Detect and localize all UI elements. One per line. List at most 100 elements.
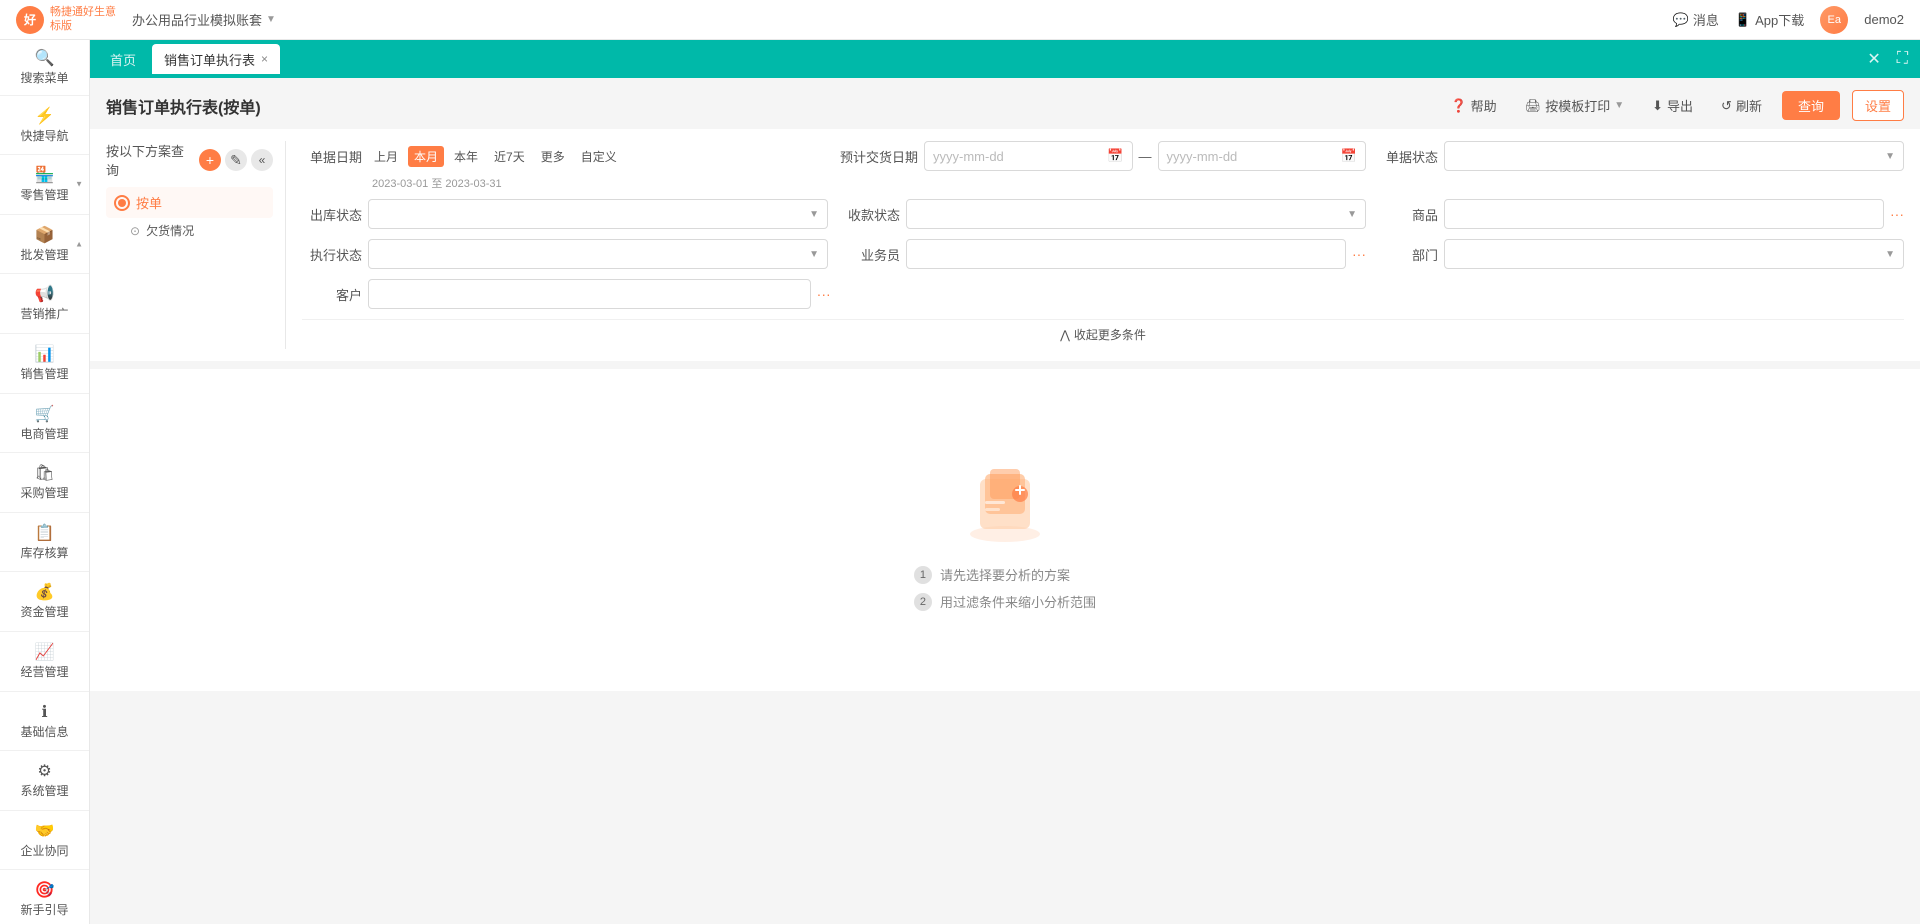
add-scheme-btn[interactable]: + [199, 149, 221, 171]
sales-icon: 📊 [35, 344, 55, 364]
empty-step-2: 2 用过滤条件来缩小分析范围 [914, 592, 1096, 611]
filter-group-date: 单据日期 上月 本月 本年 近7天 更多 自定义 [302, 146, 828, 167]
scheme-item-shortage[interactable]: ⊙ 欠货情况 [106, 218, 273, 243]
outbound-status-select[interactable]: ▼ [368, 199, 828, 229]
help-btn[interactable]: ❓ 帮助 [1442, 92, 1504, 119]
tab-sales-execution[interactable]: 销售订单执行表 × [152, 44, 280, 74]
page-header: 销售订单执行表(按单) ❓ 帮助 🖨 按模板打印 ▼ ⬇ 导出 [90, 78, 1920, 129]
marketing-icon: 📢 [35, 284, 55, 304]
sidebar-item-collaboration[interactable]: 🤝 企业协同 [0, 811, 89, 871]
execution-status-select[interactable]: ▼ [368, 239, 828, 269]
sidebar-item-sales[interactable]: 📊 销售管理 [0, 334, 89, 394]
department-select[interactable]: ▼ [1444, 239, 1904, 269]
empty-step-1: 1 请先选择要分析的方案 [914, 565, 1096, 584]
tab-home[interactable]: 首页 [98, 44, 148, 74]
sidebar-item-system[interactable]: ⚙ 系统管理 [0, 751, 89, 811]
tab-maximize-btn[interactable]: ⛶ [1893, 48, 1912, 70]
user-avatar[interactable]: Ea [1820, 6, 1848, 34]
sidebar-item-label: 新手引导 [20, 903, 68, 919]
avatar-img: Ea [1828, 14, 1841, 26]
date-label: 单据日期 [302, 147, 362, 166]
export-btn[interactable]: ⬇ 导出 [1644, 92, 1701, 119]
print-icon: 🖨 [1525, 98, 1542, 114]
sidebar-item-retail[interactable]: 🏪 零售管理 [0, 155, 89, 215]
sidebar-item-label: 电商管理 [20, 427, 68, 443]
scheme-item-order[interactable]: 按单 [106, 187, 273, 218]
company-selector[interactable]: 办公用品行业模拟账套 ▼ [124, 8, 284, 31]
settings-btn[interactable]: 设置 [1852, 90, 1904, 121]
calendar-icon-2: 📅 [1341, 148, 1357, 164]
sidebar-item-finance[interactable]: 💰 资金管理 [0, 572, 89, 632]
product-input[interactable] [1444, 199, 1884, 229]
date-hint: 2023-03-01 至 2023-03-31 [302, 175, 1904, 191]
message-btn[interactable]: 💬 消息 [1673, 10, 1719, 29]
customer-input[interactable] [368, 279, 811, 309]
top-header: 好 畅捷通好生意 标版 办公用品行业模拟账套 ▼ 💬 消息 📱 App下载 Ea… [0, 0, 1920, 40]
basic-info-icon: ℹ [41, 702, 47, 722]
customer-label: 客户 [302, 285, 362, 304]
app-download-btn[interactable]: 📱 App下载 [1735, 10, 1804, 29]
collaboration-icon: 🤝 [35, 821, 55, 841]
wholesale-icon: 📦 [35, 225, 55, 245]
sidebar-item-purchase[interactable]: 🛍 采购管理 [0, 453, 89, 513]
sidebar-item-label: 基础信息 [20, 725, 68, 741]
date-tab-this-month[interactable]: 本月 [408, 146, 444, 167]
sidebar-item-label: 批发管理 [20, 248, 68, 264]
sidebar-item-ecommerce[interactable]: 🛒 电商管理 [0, 394, 89, 454]
sidebar-item-basic-info[interactable]: ℹ 基础信息 [0, 692, 89, 752]
sidebar-item-label: 采购管理 [20, 486, 68, 502]
tab-close-btn[interactable]: × [261, 52, 268, 66]
empty-steps: 1 请先选择要分析的方案 2 用过滤条件来缩小分析范围 [914, 565, 1096, 611]
tab-close-window-btn[interactable]: ✕ [1863, 47, 1884, 71]
finance-icon: 💰 [35, 582, 55, 602]
date-tab-custom[interactable]: 自定义 [575, 146, 623, 167]
empty-state: 1 请先选择要分析的方案 2 用过滤条件来缩小分析范围 [90, 369, 1920, 691]
sidebar-item-label: 系统管理 [20, 784, 68, 800]
header-left: 好 畅捷通好生意 标版 办公用品行业模拟账套 ▼ [16, 6, 284, 34]
user-name[interactable]: demo2 [1864, 12, 1904, 27]
export-icon: ⬇ [1652, 98, 1663, 114]
salesperson-more-btn[interactable]: ··· [1352, 246, 1366, 262]
tab-home-label: 首页 [110, 50, 136, 69]
sidebar-item-guide[interactable]: 🎯 新手引导 [0, 870, 89, 924]
sidebar-item-search[interactable]: 🔍 搜索菜单 [0, 40, 89, 96]
sidebar-item-operations[interactable]: 📈 经营管理 [0, 632, 89, 692]
sidebar-item-quick-nav[interactable]: ⚡ 快捷导航 [0, 96, 89, 156]
page-actions: ❓ 帮助 🖨 按模板打印 ▼ ⬇ 导出 ↺ 刷新 [1442, 90, 1904, 121]
scheme-btns: + ✎ « [199, 149, 273, 171]
product-more-btn[interactable]: ··· [1890, 206, 1904, 222]
date-end-input[interactable]: yyyy-mm-dd 📅 [1158, 141, 1367, 171]
sidebar-item-marketing[interactable]: 📢 营销推广 [0, 274, 89, 334]
edit-scheme-btn[interactable]: ✎ [225, 149, 247, 171]
collapse-scheme-btn[interactable]: « [251, 149, 273, 171]
salesperson-input[interactable] [906, 239, 1346, 269]
print-btn[interactable]: 🖨 按模板打印 ▼ [1517, 92, 1632, 119]
date-start-input[interactable]: yyyy-mm-dd 📅 [924, 141, 1133, 171]
order-status-select[interactable]: ▼ [1444, 141, 1904, 171]
search-icon: 🔍 [35, 48, 55, 68]
print-arrow-icon: ▼ [1614, 100, 1624, 111]
outbound-label: 出库状态 [302, 205, 362, 224]
receipt-label: 收款状态 [840, 205, 900, 224]
select-arrow-icon: ▼ [1885, 151, 1895, 162]
filter-scheme-panel: 按以下方案查询 + ✎ « 按单 ⊙ 欠货情况 [106, 141, 286, 349]
receipt-status-select[interactable]: ▼ [906, 199, 1366, 229]
query-btn[interactable]: 查询 [1782, 91, 1840, 120]
date-tab-this-year[interactable]: 本年 [448, 146, 484, 167]
customer-more-btn[interactable]: ··· [817, 286, 831, 302]
date-tab-more[interactable]: 更多 [535, 146, 571, 167]
content-area: 首页 销售订单执行表 × ✕ ⛶ 销售订单执行表(按单) ❓ 帮助 [90, 40, 1920, 924]
tab-bar: 首页 销售订单执行表 × ✕ ⛶ [90, 40, 1920, 78]
order-status-label: 单据状态 [1378, 147, 1438, 166]
sidebar-item-inventory[interactable]: 📋 库存核算 [0, 513, 89, 573]
sidebar-item-label: 销售管理 [20, 367, 68, 383]
date-tabs: 上月 本月 本年 近7天 更多 自定义 [368, 146, 623, 167]
date-tab-7days[interactable]: 近7天 [488, 146, 531, 167]
date-tab-last-month[interactable]: 上月 [368, 146, 404, 167]
scheme-label: 按单 [136, 193, 162, 212]
collapse-filters-btn[interactable]: ⋀ 收起更多条件 [302, 319, 1904, 349]
sub-icon: ⊙ [130, 224, 140, 238]
refresh-btn[interactable]: ↺ 刷新 [1713, 92, 1770, 119]
sidebar-item-wholesale[interactable]: 📦 批发管理 [0, 215, 89, 275]
step-num-1: 1 [914, 566, 932, 584]
